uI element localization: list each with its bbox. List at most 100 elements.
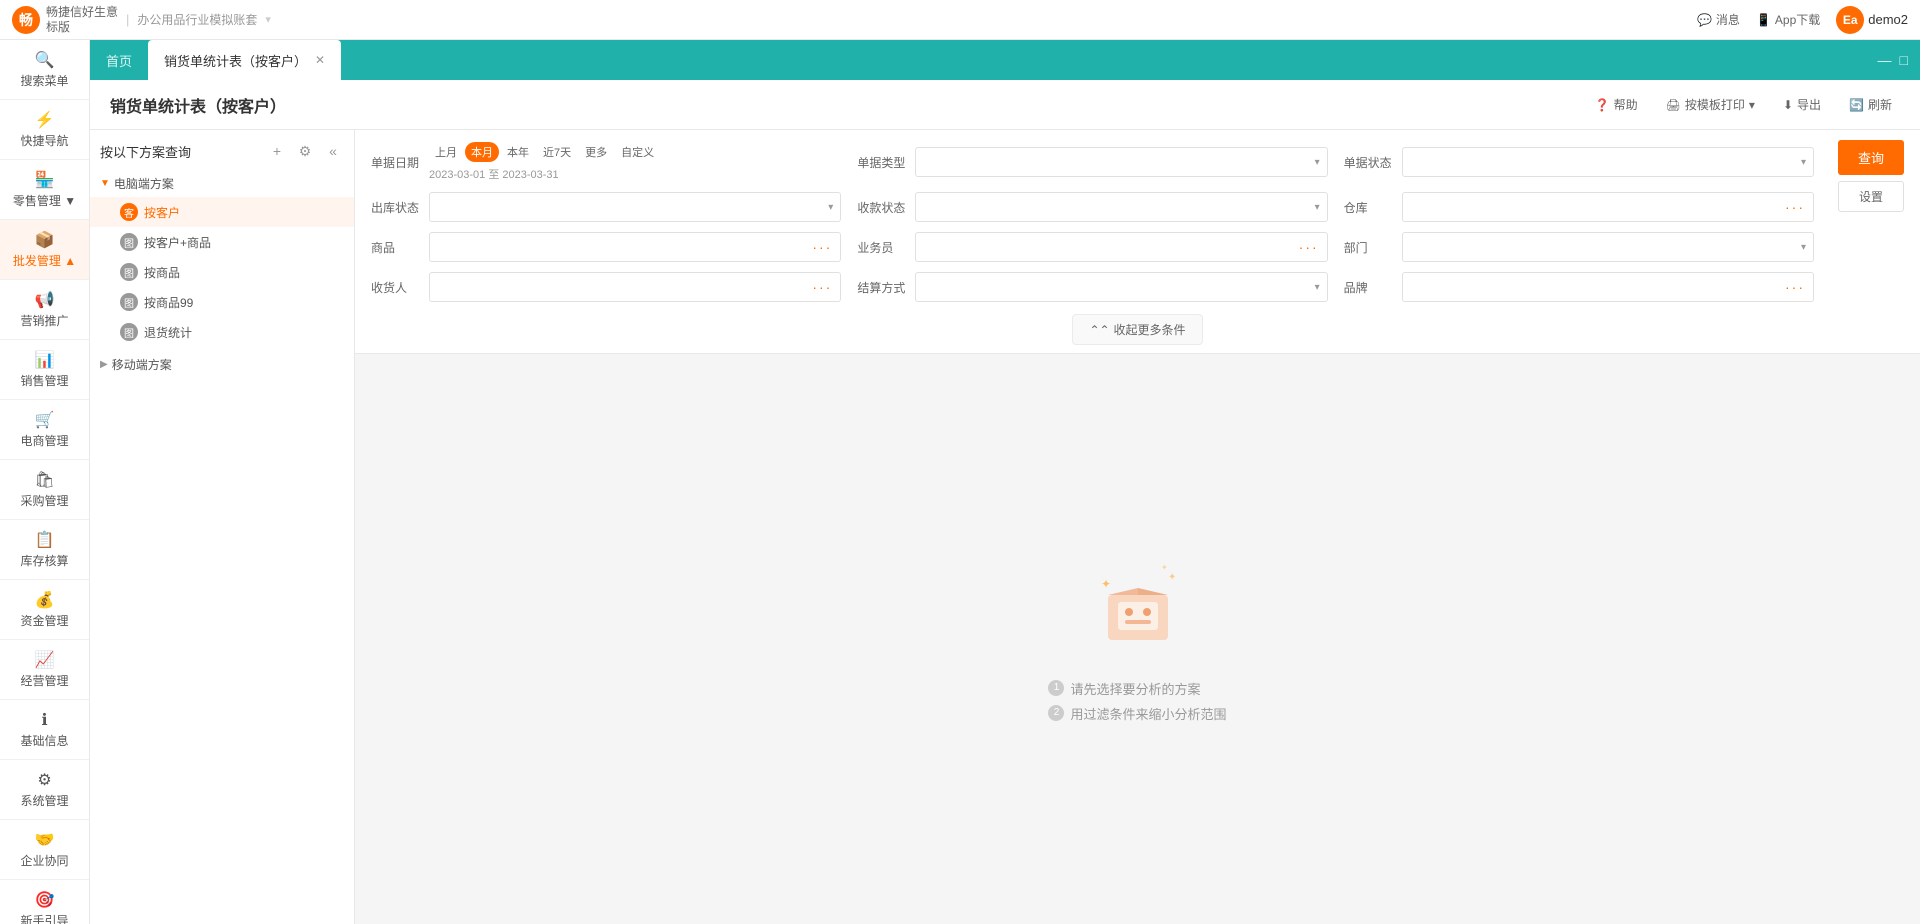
refresh-button[interactable]: 🔄 刷新 bbox=[1841, 92, 1900, 117]
sidebar-item-finance[interactable]: 💰 资金管理 bbox=[0, 580, 89, 640]
tab-close-icon[interactable]: ✕ bbox=[315, 53, 325, 67]
left-panel: 按以下方案查询 + ⚙ « bbox=[90, 130, 355, 924]
tab-sales-stats[interactable]: 销货单统计表（按客户） ✕ bbox=[148, 40, 341, 80]
operations-icon: 📈 bbox=[4, 650, 85, 670]
scheme-group-desktop: ▼ 电脑端方案 客 按客户 图 按客户+商品 图 bbox=[90, 170, 354, 347]
filter-field-doctype: 单据类型 ▾ bbox=[857, 142, 1327, 182]
scheme-item-product[interactable]: 图 按商品 bbox=[90, 257, 354, 287]
date-tab-7days[interactable]: 近7天 bbox=[537, 142, 577, 162]
page-header-actions: ❓ 帮助 🖨 按模板打印 ▾ ⬇ 导出 🔄 刷新 bbox=[1587, 92, 1900, 129]
purchase-icon: 🛍 bbox=[4, 470, 85, 490]
sidebar-label-newguide: 新手引导 bbox=[20, 914, 68, 924]
panel-title: 按以下方案查询 bbox=[100, 142, 191, 161]
sidebar-label-system: 系统管理 bbox=[20, 794, 68, 808]
message-button[interactable]: 💬 消息 bbox=[1697, 11, 1740, 28]
logo-icon: 畅 bbox=[12, 6, 40, 34]
filter-label-outstatus: 出库状态 bbox=[371, 199, 421, 216]
page-body: 按以下方案查询 + ⚙ « bbox=[90, 130, 1920, 924]
warehouse-multi-select[interactable]: ··· bbox=[1402, 192, 1814, 222]
filter-label-warehouse: 仓库 bbox=[1344, 199, 1394, 216]
print-icon: 🖨 bbox=[1666, 98, 1681, 112]
date-tab-thisyear[interactable]: 本年 bbox=[501, 142, 535, 162]
tab-minimize-btn[interactable]: — bbox=[1878, 52, 1892, 68]
scheme-item-return-stats[interactable]: 图 退货统计 bbox=[90, 317, 354, 347]
paymentstatus-select[interactable] bbox=[915, 192, 1327, 222]
help-button[interactable]: ❓ 帮助 bbox=[1587, 92, 1646, 117]
query-button[interactable]: 查询 bbox=[1838, 140, 1904, 175]
sidebar-item-corp-collab[interactable]: 🤝 企业协同 bbox=[0, 820, 89, 880]
filter-field-outstatus: 出库状态 ▾ bbox=[371, 192, 841, 222]
doctype-select[interactable] bbox=[915, 147, 1327, 177]
ecommerce-icon: 🛒 bbox=[4, 410, 85, 430]
sidebar-item-newguide[interactable]: 🎯 新手引导 bbox=[0, 880, 89, 924]
refresh-icon: 🔄 bbox=[1849, 98, 1864, 112]
svg-text:✦: ✦ bbox=[1101, 577, 1111, 591]
brand-multi-select[interactable]: ··· bbox=[1402, 272, 1814, 302]
settlement-select[interactable] bbox=[915, 272, 1327, 302]
content-area: 首页 销货单统计表（按客户） ✕ — □ 销货单统计表（按客户） ❓ 帮助 bbox=[90, 40, 1920, 924]
date-tab-more[interactable]: 更多 bbox=[579, 142, 613, 162]
product-multi-select[interactable]: ··· bbox=[429, 232, 841, 262]
filter-field-warehouse: 仓库 ··· bbox=[1344, 192, 1814, 222]
settings-button[interactable]: 设置 bbox=[1838, 181, 1904, 212]
salesperson-multi-select[interactable]: ··· bbox=[915, 232, 1327, 262]
tab-home[interactable]: 首页 bbox=[90, 40, 148, 80]
tab-maximize-btn[interactable]: □ bbox=[1900, 52, 1908, 68]
top-bar-left: 畅 畅捷信好生意 标版 | 办公用品行业模拟账套 ▾ bbox=[12, 5, 271, 34]
add-scheme-button[interactable]: + bbox=[266, 140, 288, 162]
sidebar-item-quicknav[interactable]: ⚡ 快捷导航 bbox=[0, 100, 89, 160]
date-tab-custom[interactable]: 自定义 bbox=[615, 142, 660, 162]
collapse-bar[interactable]: ⌃⌃ 收起更多条件 bbox=[371, 306, 1904, 353]
recipient-multi-select[interactable]: ··· bbox=[429, 272, 841, 302]
department-select[interactable] bbox=[1402, 232, 1814, 262]
scheme-group-mobile-header[interactable]: ▶ 移动端方案 bbox=[90, 351, 354, 378]
collapse-icon: ▶ bbox=[100, 359, 108, 370]
collapse-panel-button[interactable]: « bbox=[322, 140, 344, 162]
export-button[interactable]: ⬇ 导出 bbox=[1775, 92, 1829, 117]
filter-field-product: 商品 ··· bbox=[371, 232, 841, 262]
sidebar-item-marketing[interactable]: 📢 营销推广 bbox=[0, 280, 89, 340]
print-button[interactable]: 🖨 按模板打印 ▾ bbox=[1658, 92, 1763, 117]
avatar: Ea bbox=[1836, 6, 1864, 34]
filter-field-salesperson: 业务员 ··· bbox=[857, 232, 1327, 262]
product-dots-icon: ··· bbox=[812, 239, 832, 255]
settlement-select-wrapper: ▾ bbox=[915, 272, 1327, 302]
sidebar-item-basic-info[interactable]: ℹ 基础信息 bbox=[0, 700, 89, 760]
docstatus-select-wrapper: ▾ bbox=[1402, 147, 1814, 177]
scheme-customer-label: 按客户 bbox=[144, 204, 180, 221]
scheme-item-customer-product[interactable]: 图 按客户+商品 bbox=[90, 227, 354, 257]
tab-sales-stats-label: 销货单统计表（按客户） bbox=[164, 51, 307, 70]
sales-icon: 📊 bbox=[4, 350, 85, 370]
sidebar-label-operations: 经营管理 bbox=[20, 674, 68, 688]
scheme-item-product99[interactable]: 图 按商品99 bbox=[90, 287, 354, 317]
app-download-button[interactable]: 📱 App下载 bbox=[1756, 11, 1820, 28]
sidebar-item-inventory[interactable]: 📋 库存核算 bbox=[0, 520, 89, 580]
filter-field-recipient: 收货人 ··· bbox=[371, 272, 841, 302]
sidebar-label-corp-collab: 企业协同 bbox=[20, 854, 68, 868]
top-bar-right: 💬 消息 📱 App下载 Ea demo2 bbox=[1697, 6, 1908, 34]
scheme-customer-icon: 客 bbox=[120, 203, 138, 221]
scheme-group-desktop-header[interactable]: ▼ 电脑端方案 bbox=[90, 170, 354, 197]
sidebar-item-search[interactable]: 🔍 搜索菜单 bbox=[0, 40, 89, 100]
sidebar-item-wholesale[interactable]: 📦 批发管理 ▲ bbox=[0, 220, 89, 280]
sidebar-item-purchase[interactable]: 🛍 采购管理 bbox=[0, 460, 89, 520]
svg-text:✦: ✦ bbox=[1168, 572, 1176, 583]
collapse-up-icon: ⌃⌃ bbox=[1089, 323, 1109, 337]
sidebar-item-system[interactable]: ⚙ 系统管理 bbox=[0, 760, 89, 820]
sidebar-item-ecommerce[interactable]: 🛒 电商管理 bbox=[0, 400, 89, 460]
date-tab-thismonth[interactable]: 本月 bbox=[465, 142, 499, 162]
sidebar-item-operations[interactable]: 📈 经营管理 bbox=[0, 640, 89, 700]
scheme-prod99-label: 按商品99 bbox=[144, 294, 193, 311]
user-name: demo2 bbox=[1868, 12, 1908, 27]
outstatus-select[interactable] bbox=[429, 192, 841, 222]
docstatus-select[interactable] bbox=[1402, 147, 1814, 177]
query-actions: 查询 设置 bbox=[1838, 140, 1904, 212]
right-content: 单据日期 上月 本月 本年 近7天 更多 自定义 bbox=[355, 130, 1920, 924]
salesperson-dots-icon: ··· bbox=[1299, 239, 1319, 255]
user-area[interactable]: Ea demo2 bbox=[1836, 6, 1908, 34]
settings-scheme-button[interactable]: ⚙ bbox=[294, 140, 316, 162]
sidebar-item-sales[interactable]: 📊 销售管理 bbox=[0, 340, 89, 400]
scheme-item-customer[interactable]: 客 按客户 bbox=[90, 197, 354, 227]
sidebar-item-retail[interactable]: 🏪 零售管理 ▼ bbox=[0, 160, 89, 220]
date-tab-lastmonth[interactable]: 上月 bbox=[429, 142, 463, 162]
